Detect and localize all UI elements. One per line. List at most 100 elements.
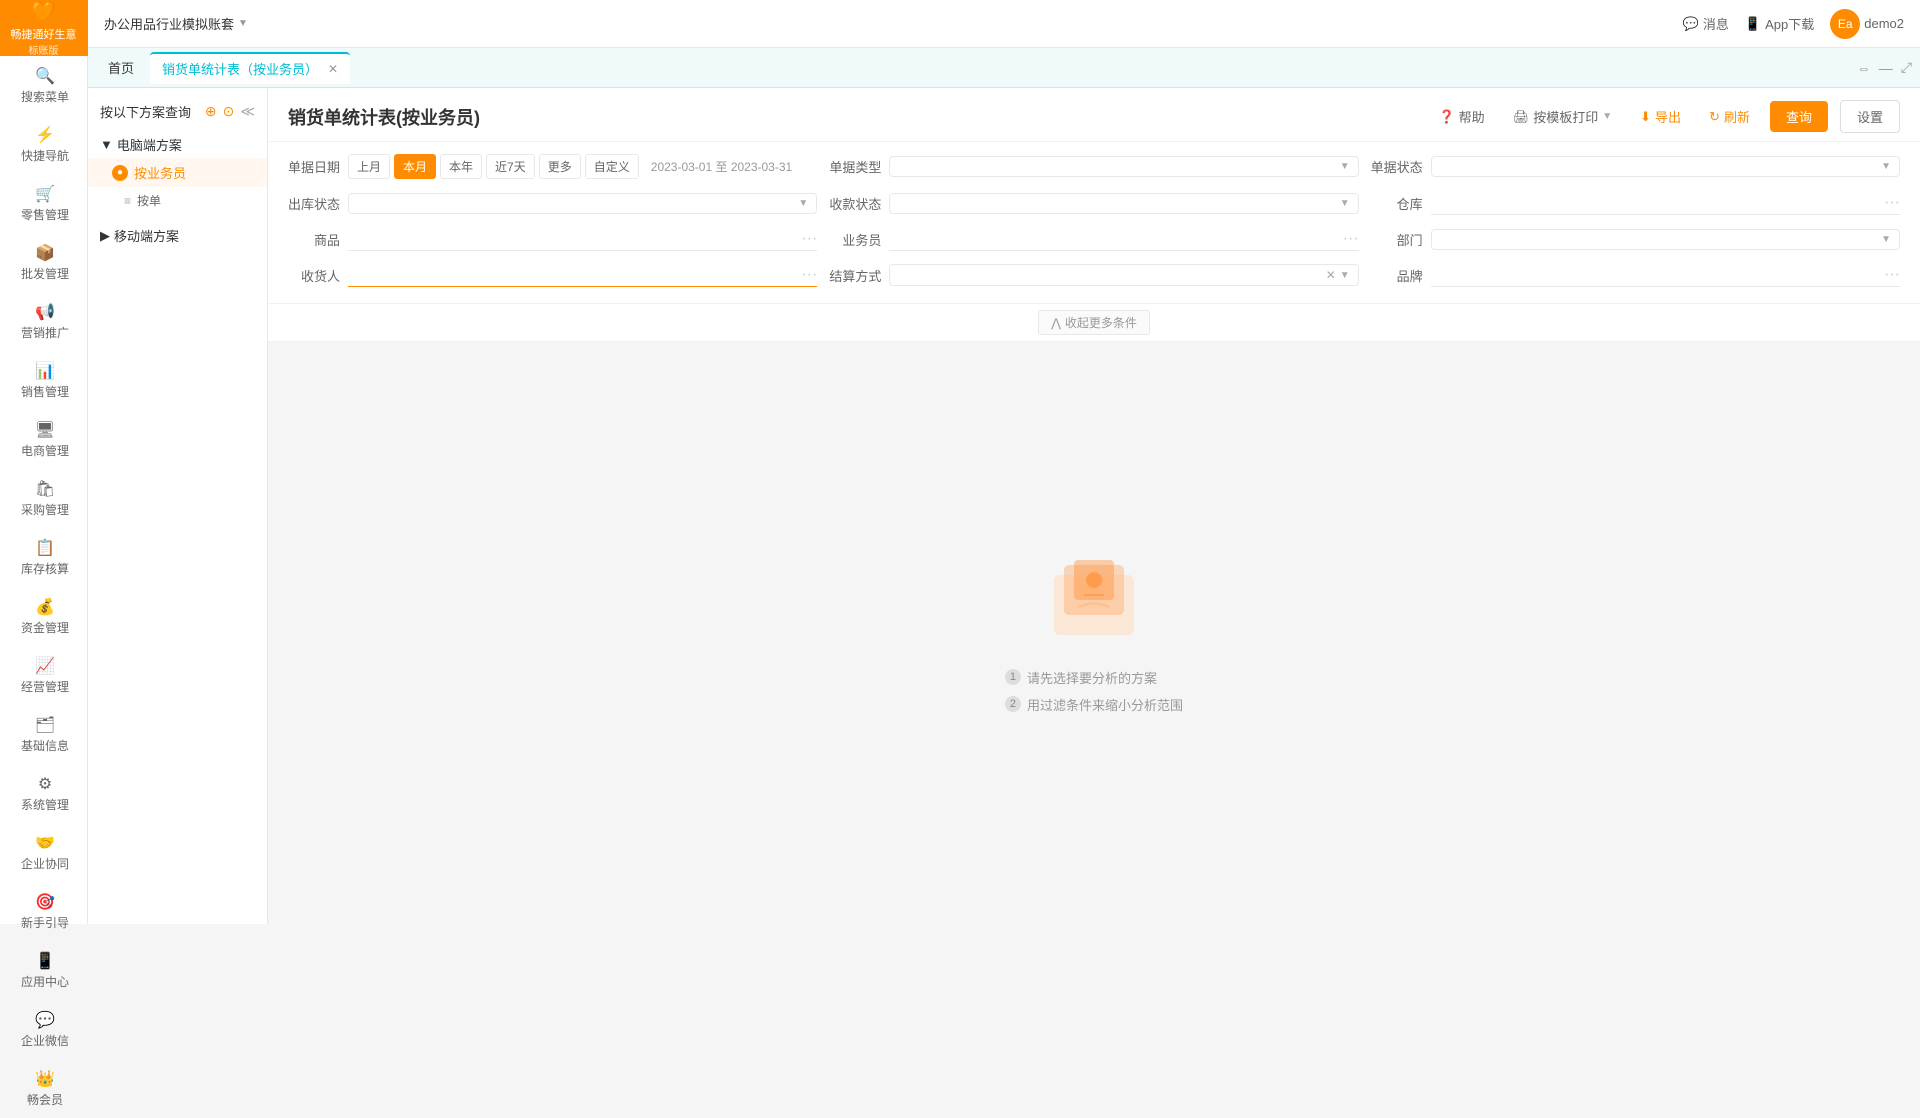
query-button[interactable]: 查询 <box>1770 101 1828 132</box>
sidebar-item-2[interactable]: 🛒零售管理 <box>0 174 88 233</box>
print-icon: 🖨 <box>1513 109 1530 125</box>
date-btn-more[interactable]: 更多 <box>539 154 581 179</box>
mobile-scheme-group: ▶ 移动端方案 <box>88 218 267 253</box>
receipt-status-arrow-icon: ▼ <box>1340 198 1350 209</box>
filter-out-status-group: 出库状态 ▼ <box>288 193 817 214</box>
page-actions: ❓ 帮助 🖨 按模板打印 ▼ ⬇ 导出 ↻ 刷新 <box>1430 100 1900 133</box>
scheme-active-icon: ● <box>112 165 128 181</box>
sidebar-label-13: 企业协同 <box>21 857 69 871</box>
salesperson-input[interactable] <box>889 227 1338 250</box>
sidebar-label-0: 搜索菜单 <box>21 90 69 104</box>
doc-status-select[interactable]: ▼ <box>1431 156 1900 177</box>
sidebar-item-1[interactable]: ⚡快捷导航 <box>0 115 88 174</box>
sidebar-item-12[interactable]: ⚙系统管理 <box>0 764 88 823</box>
tab-maximize-icon[interactable]: ⤢ <box>1901 59 1912 76</box>
date-btn-last-month[interactable]: 上月 <box>348 154 390 179</box>
sidebar-label-1: 快捷导航 <box>21 149 69 163</box>
main-content: 办公用品行业模拟账套 ▼ 💬 消息 📱 App下载 Ea demo2 首页 <box>88 0 1920 924</box>
date-btn-this-year[interactable]: 本年 <box>440 154 482 179</box>
sidebar-item-11[interactable]: 🗂基础信息 <box>0 705 88 764</box>
left-panel-header: 按以下方案查询 ⊕ ⊙ ≪ <box>88 96 267 127</box>
hint-text-1: 请先选择要分析的方案 <box>1027 668 1157 687</box>
goods-dots-icon[interactable]: ··· <box>801 230 817 248</box>
sidebar-icon-7: 🛍 <box>7 479 84 499</box>
user-profile[interactable]: Ea demo2 <box>1830 9 1904 39</box>
date-filter-label: 单据日期 <box>288 157 340 176</box>
sidebar-item-10[interactable]: 📈经营管理 <box>0 646 88 705</box>
consignee-input[interactable] <box>348 263 797 286</box>
message-button[interactable]: 💬 消息 <box>1683 14 1729 33</box>
receipt-status-select[interactable]: ▼ <box>889 193 1358 214</box>
sidebar-item-6[interactable]: 🖥电商管理 <box>0 410 88 469</box>
page-area: 按以下方案查询 ⊕ ⊙ ≪ ▼ 电脑端方案 ● 按业务员 ≡ 按 <box>88 88 1920 924</box>
sidebar-item-8[interactable]: 📋库存核算 <box>0 528 88 587</box>
salesperson-dots-icon[interactable]: ··· <box>1343 230 1359 248</box>
scheme-item-salesperson[interactable]: ● 按业务员 <box>88 158 267 187</box>
sidebar-item-4[interactable]: 📢营销推广 <box>0 292 88 351</box>
date-btn-7days[interactable]: 近7天 <box>486 154 535 179</box>
sidebar-item-3[interactable]: 📦批发管理 <box>0 233 88 292</box>
app-logo[interactable]: 🧡 畅捷通好生意 标账版 <box>0 0 88 56</box>
print-template-button[interactable]: 🖨 按模板打印 ▼ <box>1505 103 1620 130</box>
desktop-scheme-label: 电脑端方案 <box>117 135 182 154</box>
help-label: 帮助 <box>1459 107 1485 126</box>
settlement-clear-icon[interactable]: ✕ <box>1326 268 1336 282</box>
desktop-scheme-group-title[interactable]: ▼ 电脑端方案 <box>88 131 267 158</box>
sidebar-item-15[interactable]: 📱应用中心 <box>0 941 88 1000</box>
collapse-button[interactable]: ⋀ 收起更多条件 <box>1038 310 1150 335</box>
sidebar-item-5[interactable]: 📊销售管理 <box>0 351 88 410</box>
logo-icon: 🧡 <box>31 0 56 24</box>
message-icon: 💬 <box>1683 16 1699 32</box>
tab-sales-stats[interactable]: 销货单统计表（按业务员） ✕ <box>150 52 350 84</box>
help-button[interactable]: ❓ 帮助 <box>1430 103 1492 130</box>
tab-home-label: 首页 <box>108 58 134 77</box>
scheme-item-by-order[interactable]: ≡ 按单 <box>88 187 267 214</box>
tab-expand-icon[interactable]: ⇔ <box>1857 60 1871 76</box>
sidebar-label-6: 电商管理 <box>21 444 69 458</box>
date-btn-custom[interactable]: 自定义 <box>585 154 639 179</box>
brand-dots-icon[interactable]: ··· <box>1884 266 1900 284</box>
sidebar-item-14[interactable]: 🎯新手引导 <box>0 882 88 941</box>
salesperson-label: 业务员 <box>829 230 881 249</box>
warehouse-input[interactable] <box>1431 191 1880 214</box>
brand-input[interactable] <box>1431 263 1880 286</box>
tab-minimize-icon[interactable]: — <box>1879 60 1893 76</box>
collapse-panel-button[interactable]: ≪ <box>240 103 255 120</box>
empty-state: 1 请先选择要分析的方案 2 用过滤条件来缩小分析范围 <box>268 342 1920 924</box>
sidebar-item-0[interactable]: 🔍搜索菜单 <box>0 56 88 115</box>
settings-button[interactable]: 设置 <box>1840 100 1900 133</box>
tab-close-icon[interactable]: ✕ <box>328 62 338 76</box>
sidebar-item-17[interactable]: 👑畅会员 <box>0 1059 88 1118</box>
sidebar-item-9[interactable]: 💰资金管理 <box>0 587 88 646</box>
sidebar-item-7[interactable]: 🛍采购管理 <box>0 469 88 528</box>
app-download-button[interactable]: 📱 App下载 <box>1745 14 1814 33</box>
sidebar-icon-11: 🗂 <box>7 715 84 735</box>
sidebar-item-16[interactable]: 💬企业微信 <box>0 1000 88 1059</box>
filter-area: 单据日期 上月 本月 本年 近7天 更多 自定义 2023-03-01 至 20… <box>268 142 1920 304</box>
doc-type-select[interactable]: ▼ <box>889 156 1358 177</box>
warehouse-dots-icon[interactable]: ··· <box>1884 194 1900 212</box>
desktop-scheme-group: ▼ 电脑端方案 ● 按业务员 ≡ 按单 <box>88 127 267 218</box>
app-selector[interactable]: 办公用品行业模拟账套 ▼ <box>104 14 248 33</box>
refresh-label: 刷新 <box>1724 107 1750 126</box>
refresh-button[interactable]: ↻ 刷新 <box>1701 103 1758 130</box>
export-button[interactable]: ⬇ 导出 <box>1632 103 1689 130</box>
date-btn-group: 上月 本月 本年 近7天 更多 自定义 <box>348 154 639 179</box>
export-icon: ⬇ <box>1640 109 1651 125</box>
mobile-scheme-group-title[interactable]: ▶ 移动端方案 <box>88 222 267 249</box>
goods-input[interactable] <box>348 227 797 250</box>
hint-text-2: 用过滤条件来缩小分析范围 <box>1027 695 1183 714</box>
sidebar-icon-4: 📢 <box>7 302 84 322</box>
department-select[interactable]: ▼ <box>1431 229 1900 250</box>
edit-scheme-button[interactable]: ⊙ <box>223 103 235 120</box>
sidebar-item-13[interactable]: 🤝企业协同 <box>0 823 88 882</box>
consignee-dots-icon[interactable]: ··· <box>801 266 817 284</box>
tab-home[interactable]: 首页 <box>96 52 146 84</box>
out-status-label: 出库状态 <box>288 194 340 213</box>
receipt-status-label: 收款状态 <box>829 194 881 213</box>
out-status-select[interactable]: ▼ <box>348 193 817 214</box>
collapse-label: 收起更多条件 <box>1065 314 1137 331</box>
date-btn-this-month[interactable]: 本月 <box>394 154 436 179</box>
add-scheme-button[interactable]: ⊕ <box>205 103 217 120</box>
mobile-scheme-label: 移动端方案 <box>114 226 179 245</box>
